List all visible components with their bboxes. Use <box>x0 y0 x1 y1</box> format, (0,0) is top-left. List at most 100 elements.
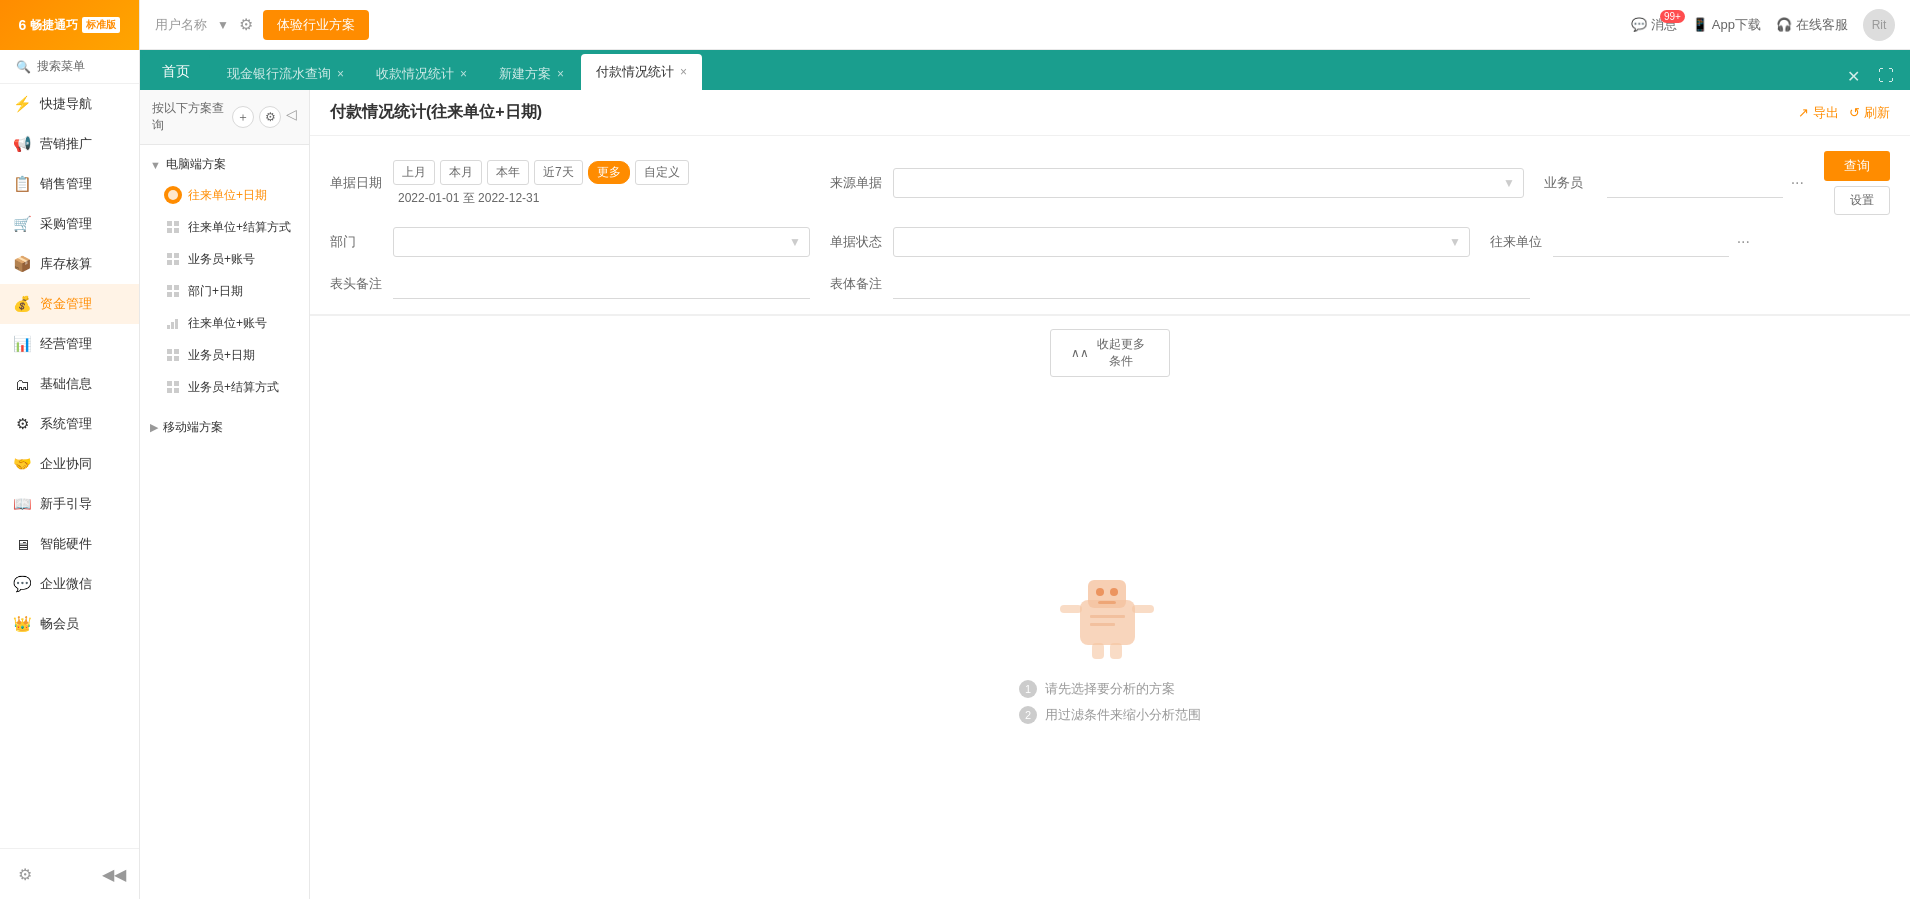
topbar-settings-icon[interactable]: ⚙ <box>239 15 253 34</box>
partner-input[interactable] <box>1553 227 1729 257</box>
scheme-item-staff-date[interactable]: 业务员+日期 <box>140 339 309 371</box>
tip-num-2: 2 <box>1019 706 1037 724</box>
sidebar-item-wechat[interactable]: 💬 企业微信 <box>0 564 139 604</box>
sidebar-item-member[interactable]: 👑 畅会员 <box>0 604 139 644</box>
scheme-panel-header: 按以下方案查询 ＋ ⚙ ◁ <box>140 90 309 145</box>
sidebar-collapse-btn[interactable]: ◀◀ <box>99 859 129 889</box>
partner-more-icon[interactable]: ··· <box>1737 233 1750 251</box>
sidebar-item-hardware[interactable]: 🖥 智能硬件 <box>0 524 139 564</box>
export-icon: ↗ <box>1798 105 1809 120</box>
staff-input[interactable] <box>1607 168 1783 198</box>
query-btn[interactable]: 查询 <box>1824 151 1890 181</box>
staff-field: 业务员 ··· <box>1544 168 1804 198</box>
sidebar-item-system[interactable]: ⚙ 系统管理 <box>0 404 139 444</box>
quick-nav-icon: ⚡ <box>12 94 32 114</box>
date-btn-more[interactable]: 更多 <box>588 161 630 184</box>
filter-header-actions: ↗ 导出 ↺ 刷新 <box>1798 104 1890 122</box>
source-select[interactable]: ▼ <box>893 168 1524 198</box>
svg-rect-33 <box>1090 615 1125 618</box>
voucher-status-select[interactable]: ▼ <box>893 227 1470 257</box>
collapse-more-btn[interactable]: ∧∧ 收起更多条件 <box>1050 329 1170 377</box>
date-btn-7days[interactable]: 近7天 <box>534 160 583 185</box>
tab-payments[interactable]: 付款情况统计 × <box>581 54 702 90</box>
sidebar-item-marketing[interactable]: 📢 营销推广 <box>0 124 139 164</box>
sidebar-item-operations[interactable]: 📊 经营管理 <box>0 324 139 364</box>
scheme-item-dept-date[interactable]: 部门+日期 <box>140 275 309 307</box>
export-btn[interactable]: ↗ 导出 <box>1798 104 1839 122</box>
header-note-label: 表头备注 <box>330 275 385 293</box>
filter-actions-col: 查询 设置 <box>1824 151 1890 215</box>
empty-tip-2: 2 用过滤条件来缩小分析范围 <box>1019 706 1201 724</box>
tabs-close-all-btn[interactable]: ✕ <box>1839 62 1867 90</box>
wechat-icon: 💬 <box>12 574 32 594</box>
sidebar-item-enterprise[interactable]: 🤝 企业协同 <box>0 444 139 484</box>
sidebar-item-guide[interactable]: 📖 新手引导 <box>0 484 139 524</box>
voucher-status-field: 单据状态 ▼ <box>830 227 1470 257</box>
sidebar-item-label: 企业微信 <box>40 575 92 593</box>
tab-home[interactable]: 首页 <box>142 54 210 90</box>
scheme-item-label-staff-date: 业务员+日期 <box>188 347 255 364</box>
sidebar-item-finance[interactable]: 💰 资金管理 <box>0 284 139 324</box>
date-btn-this-year[interactable]: 本年 <box>487 160 529 185</box>
marketing-icon: 📢 <box>12 134 32 154</box>
date-btn-this-month[interactable]: 本月 <box>440 160 482 185</box>
scheme-collapse-icon[interactable]: ◁ <box>286 106 297 128</box>
scheme-panel-title: 按以下方案查询 <box>152 100 232 134</box>
sidebar-item-purchase[interactable]: 🛒 采购管理 <box>0 204 139 244</box>
svg-rect-15 <box>175 319 178 329</box>
svg-rect-12 <box>174 292 179 297</box>
tabs-expand-btn[interactable]: ⛶ <box>1872 62 1900 90</box>
tab-payments-close[interactable]: × <box>680 65 687 79</box>
online-service-btn[interactable]: 🎧 在线客服 <box>1776 16 1848 34</box>
tab-bank-flow-close[interactable]: × <box>337 67 344 81</box>
sidebar-item-basic[interactable]: 🗂 基础信息 <box>0 364 139 404</box>
date-btn-last-month[interactable]: 上月 <box>393 160 435 185</box>
mobile-scheme-group: ▶ 移动端方案 <box>140 408 309 447</box>
tab-new-scheme-close[interactable]: × <box>557 67 564 81</box>
sidebar-item-quick-nav[interactable]: ⚡ 快捷导航 <box>0 84 139 124</box>
tabs-actions: ✕ ⛶ <box>1839 62 1910 90</box>
desktop-scheme-group-header[interactable]: ▼ 电脑端方案 <box>140 150 309 179</box>
desktop-group-title: 电脑端方案 <box>166 156 226 173</box>
tab-receipts[interactable]: 收款情况统计 × <box>361 58 482 90</box>
body-note-input[interactable] <box>893 269 1530 299</box>
svg-rect-6 <box>174 253 179 258</box>
messages-btn[interactable]: 💬 消息 99+ <box>1631 16 1677 34</box>
tab-receipts-close[interactable]: × <box>460 67 467 81</box>
search-menu-item[interactable]: 🔍 搜索菜单 <box>0 50 139 84</box>
filter-row-2: 部门 ▼ 单据状态 ▼ <box>330 227 1890 257</box>
tab-new-scheme[interactable]: 新建方案 × <box>484 58 579 90</box>
date-btn-custom[interactable]: 自定义 <box>635 160 689 185</box>
svg-rect-31 <box>1092 643 1104 659</box>
svg-rect-1 <box>167 221 172 226</box>
scheme-settings-btn[interactable]: ⚙ <box>259 106 281 128</box>
header-note-field: 表头备注 <box>330 269 810 299</box>
sidebar-item-label: 营销推广 <box>40 135 92 153</box>
topbar-dropdown-arrow[interactable]: ▼ <box>217 18 229 32</box>
refresh-btn[interactable]: ↺ 刷新 <box>1849 104 1890 122</box>
trial-btn[interactable]: 体验行业方案 <box>263 10 369 40</box>
filter-settings-btn[interactable]: 设置 <box>1834 186 1890 215</box>
scheme-item-staff-settlement[interactable]: 业务员+结算方式 <box>140 371 309 403</box>
tip-text-1: 请先选择要分析的方案 <box>1045 680 1175 698</box>
scheme-item-staff-account[interactable]: 业务员+账号 <box>140 243 309 275</box>
sidebar-settings-btn[interactable]: ⚙ <box>10 859 40 889</box>
scheme-item-unit-settlement[interactable]: 往来单位+结算方式 <box>140 211 309 243</box>
scheme-item-icon-staff-account <box>164 250 182 268</box>
empty-icon <box>1050 565 1170 665</box>
sidebar-item-label: 销售管理 <box>40 175 92 193</box>
tab-bank-flow[interactable]: 现金银行流水查询 × <box>212 58 359 90</box>
mobile-scheme-group-header[interactable]: ▶ 移动端方案 <box>140 413 309 442</box>
scheme-item-unit-account[interactable]: 往来单位+账号 <box>140 307 309 339</box>
sidebar-item-label: 新手引导 <box>40 495 92 513</box>
dept-select[interactable]: ▼ <box>393 227 810 257</box>
staff-more-icon[interactable]: ··· <box>1791 174 1804 192</box>
sidebar-item-sales[interactable]: 📋 销售管理 <box>0 164 139 204</box>
app-download-btn[interactable]: 📱 App下载 <box>1692 16 1761 34</box>
sidebar-item-inventory[interactable]: 📦 库存核算 <box>0 244 139 284</box>
scheme-item-unit-date[interactable]: 往来单位+日期 <box>140 179 309 211</box>
user-avatar[interactable]: Rit <box>1863 9 1895 41</box>
header-note-input[interactable] <box>393 269 810 299</box>
tab-payments-label: 付款情况统计 <box>596 63 674 81</box>
scheme-add-btn[interactable]: ＋ <box>232 106 254 128</box>
